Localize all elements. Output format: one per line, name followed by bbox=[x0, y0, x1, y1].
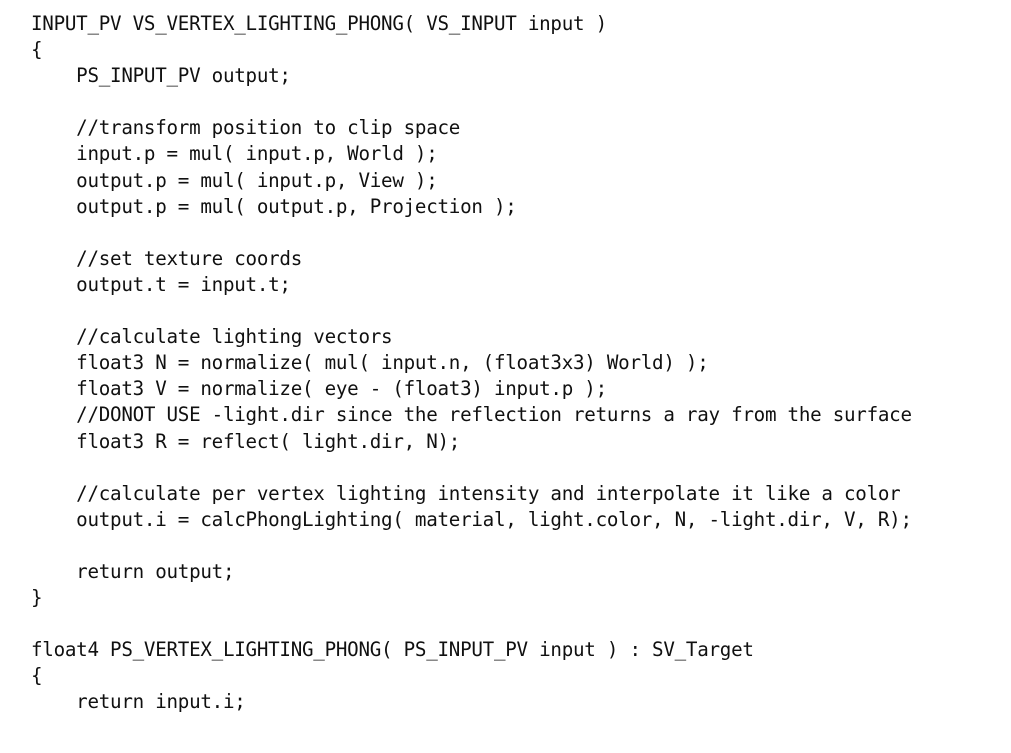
code-line: { bbox=[31, 38, 43, 62]
code-line: output.i = calcPhongLighting( material, … bbox=[31, 507, 912, 531]
code-listing: INPUT_PV VS_VERTEX_LIGHTING_PHONG( VS_IN… bbox=[0, 0, 1011, 753]
code-line: //calculate lighting vectors bbox=[31, 325, 393, 349]
code-line: PS_INPUT_PV output; bbox=[31, 64, 291, 88]
code-line: float4 PS_VERTEX_LIGHTING_PHONG( PS_INPU… bbox=[31, 638, 754, 662]
code-line: float3 R = reflect( light.dir, N); bbox=[31, 429, 461, 453]
code-line: //calculate per vertex lighting intensit… bbox=[31, 481, 901, 505]
code-line: } bbox=[31, 586, 43, 610]
code-line: input.p = mul( input.p, World ); bbox=[31, 142, 438, 166]
code-line: //DONOT USE -light.dir since the reflect… bbox=[31, 403, 912, 427]
code-line: { bbox=[31, 664, 43, 688]
code-line: output.t = input.t; bbox=[31, 272, 291, 296]
code-line: //transform position to clip space bbox=[31, 116, 461, 140]
code-line: return output; bbox=[31, 559, 235, 583]
code-line: output.p = mul( output.p, Projection ); bbox=[31, 194, 517, 218]
code-line: float3 V = normalize( eye - (float3) inp… bbox=[31, 377, 607, 401]
code-line: float3 N = normalize( mul( input.n, (flo… bbox=[31, 351, 709, 375]
code-line: INPUT_PV VS_VERTEX_LIGHTING_PHONG( VS_IN… bbox=[31, 12, 607, 35]
code-line: //set texture coords bbox=[31, 246, 303, 270]
code-line: return input.i; bbox=[31, 690, 246, 714]
code-line: output.p = mul( input.p, View ); bbox=[31, 168, 438, 192]
